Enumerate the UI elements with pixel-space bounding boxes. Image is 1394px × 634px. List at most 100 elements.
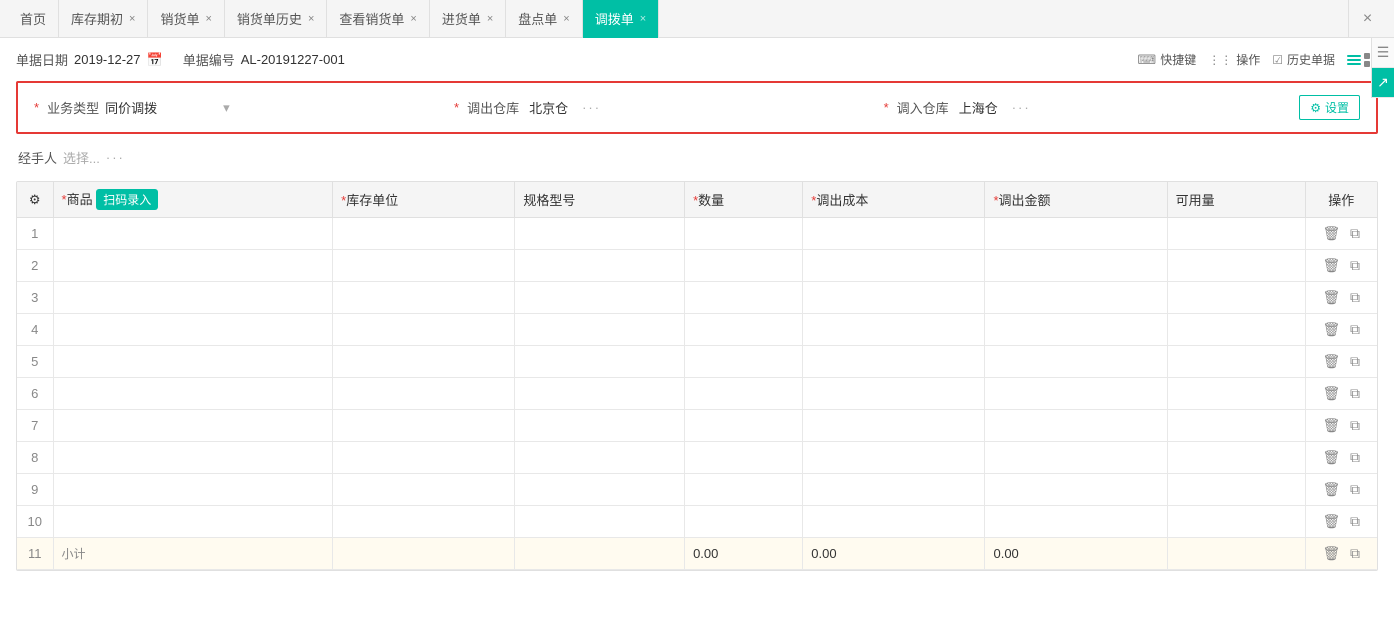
cell-product-3[interactable]	[53, 282, 333, 314]
delete-icon-sub[interactable]: 🗑	[1323, 545, 1341, 561]
history-button[interactable]: ☑ 历史单据	[1272, 51, 1335, 68]
cell-cost-9[interactable]	[803, 474, 985, 506]
cell-unit-6[interactable]	[333, 378, 515, 410]
delete-icon-1[interactable]: 🗑	[1323, 225, 1341, 241]
copy-icon-sub[interactable]: ⧉	[1350, 545, 1360, 561]
cell-unit-10[interactable]	[333, 506, 515, 538]
cell-spec-7[interactable]	[515, 410, 685, 442]
tab-sales-history-close[interactable]: ×	[308, 13, 314, 25]
cell-product-4[interactable]	[53, 314, 333, 346]
tab-sales-history[interactable]: 销货单历史 ×	[225, 0, 327, 38]
cell-cost-2[interactable]	[803, 250, 985, 282]
copy-icon-3[interactable]: ⧉	[1350, 289, 1360, 305]
cell-cost-10[interactable]	[803, 506, 985, 538]
copy-icon-6[interactable]: ⧉	[1350, 385, 1360, 401]
cell-unit-4[interactable]	[333, 314, 515, 346]
tab-home[interactable]: 首页	[8, 0, 59, 38]
right-panel-list-icon[interactable]: ☰	[1372, 38, 1394, 68]
list-view-icon[interactable]	[1347, 55, 1361, 65]
cell-qty-8[interactable]	[685, 442, 803, 474]
copy-icon-2[interactable]: ⧉	[1350, 257, 1360, 273]
cell-cost-7[interactable]	[803, 410, 985, 442]
cell-amount-3[interactable]	[985, 282, 1167, 314]
in-wh-more[interactable]: ···	[1012, 100, 1031, 115]
delete-icon-5[interactable]: 🗑	[1323, 353, 1341, 369]
cell-amount-9[interactable]	[985, 474, 1167, 506]
out-wh-more[interactable]: ···	[582, 100, 601, 115]
delete-icon-4[interactable]: 🗑	[1323, 321, 1341, 337]
tab-purchase[interactable]: 进货单 ×	[430, 0, 506, 38]
cell-qty-4[interactable]	[685, 314, 803, 346]
biz-type-value[interactable]: 同价调拨	[105, 98, 157, 117]
right-panel-expand-icon[interactable]: ↗	[1372, 68, 1394, 98]
cell-product-10[interactable]	[53, 506, 333, 538]
cell-amount-5[interactable]	[985, 346, 1167, 378]
operations-button[interactable]: ⋮⋮ 操作	[1208, 51, 1260, 68]
copy-icon-10[interactable]: ⧉	[1350, 513, 1360, 529]
cell-product-8[interactable]	[53, 442, 333, 474]
tab-bar-close-button[interactable]: ×	[1348, 0, 1386, 38]
tab-sales-close[interactable]: ×	[205, 13, 211, 25]
tab-view-sales[interactable]: 查看销货单 ×	[327, 0, 429, 38]
delete-icon-9[interactable]: 🗑	[1323, 481, 1341, 497]
tab-sales[interactable]: 销货单 ×	[148, 0, 224, 38]
cell-amount-8[interactable]	[985, 442, 1167, 474]
delete-icon-3[interactable]: 🗑	[1323, 289, 1341, 305]
cell-product-2[interactable]	[53, 250, 333, 282]
cell-qty-6[interactable]	[685, 378, 803, 410]
tab-inventory-init-close[interactable]: ×	[129, 13, 135, 25]
cell-product-7[interactable]	[53, 410, 333, 442]
copy-icon-1[interactable]: ⧉	[1350, 225, 1360, 241]
settings-button[interactable]: ⚙ 设置	[1299, 95, 1360, 120]
cell-cost-8[interactable]	[803, 442, 985, 474]
cell-spec-2[interactable]	[515, 250, 685, 282]
cell-amount-6[interactable]	[985, 378, 1167, 410]
cell-unit-8[interactable]	[333, 442, 515, 474]
cell-product-9[interactable]	[53, 474, 333, 506]
tab-inventory-init[interactable]: 库存期初 ×	[59, 0, 148, 38]
cell-amount-1[interactable]	[985, 218, 1167, 250]
cell-product-5[interactable]	[53, 346, 333, 378]
delete-icon-6[interactable]: 🗑	[1323, 385, 1341, 401]
cell-qty-10[interactable]	[685, 506, 803, 538]
cell-product-1[interactable]	[53, 218, 333, 250]
cell-amount-4[interactable]	[985, 314, 1167, 346]
tab-transfer[interactable]: 调拨单 ×	[583, 0, 659, 38]
cell-product-6[interactable]	[53, 378, 333, 410]
cell-unit-1[interactable]	[333, 218, 515, 250]
cell-spec-1[interactable]	[515, 218, 685, 250]
cell-amount-7[interactable]	[985, 410, 1167, 442]
scan-button[interactable]: 扫码录入	[96, 189, 158, 210]
cell-cost-1[interactable]	[803, 218, 985, 250]
cell-qty-7[interactable]	[685, 410, 803, 442]
cell-unit-3[interactable]	[333, 282, 515, 314]
copy-icon-7[interactable]: ⧉	[1350, 417, 1360, 433]
cell-cost-3[interactable]	[803, 282, 985, 314]
in-wh-value[interactable]: 上海仓	[959, 98, 998, 117]
biz-type-dropdown-icon[interactable]: ▾	[223, 100, 230, 116]
tab-inventory-close[interactable]: ×	[563, 13, 569, 25]
cell-qty-2[interactable]	[685, 250, 803, 282]
th-settings[interactable]: ⚙	[17, 182, 53, 218]
tab-inventory[interactable]: 盘点单 ×	[506, 0, 582, 38]
cell-cost-4[interactable]	[803, 314, 985, 346]
cell-cost-5[interactable]	[803, 346, 985, 378]
cell-qty-9[interactable]	[685, 474, 803, 506]
copy-icon-5[interactable]: ⧉	[1350, 353, 1360, 369]
cell-qty-5[interactable]	[685, 346, 803, 378]
cell-spec-9[interactable]	[515, 474, 685, 506]
cell-spec-10[interactable]	[515, 506, 685, 538]
tab-transfer-close[interactable]: ×	[640, 13, 646, 25]
handler-more[interactable]: ···	[106, 150, 125, 165]
cell-spec-3[interactable]	[515, 282, 685, 314]
delete-icon-2[interactable]: 🗑	[1323, 257, 1341, 273]
cell-spec-4[interactable]	[515, 314, 685, 346]
copy-icon-9[interactable]: ⧉	[1350, 481, 1360, 497]
cell-qty-1[interactable]	[685, 218, 803, 250]
out-wh-value[interactable]: 北京仓	[529, 98, 568, 117]
cell-spec-8[interactable]	[515, 442, 685, 474]
tab-view-sales-close[interactable]: ×	[410, 13, 416, 25]
cell-spec-6[interactable]	[515, 378, 685, 410]
calendar-icon[interactable]: 📅	[147, 52, 163, 68]
copy-icon-8[interactable]: ⧉	[1350, 449, 1360, 465]
